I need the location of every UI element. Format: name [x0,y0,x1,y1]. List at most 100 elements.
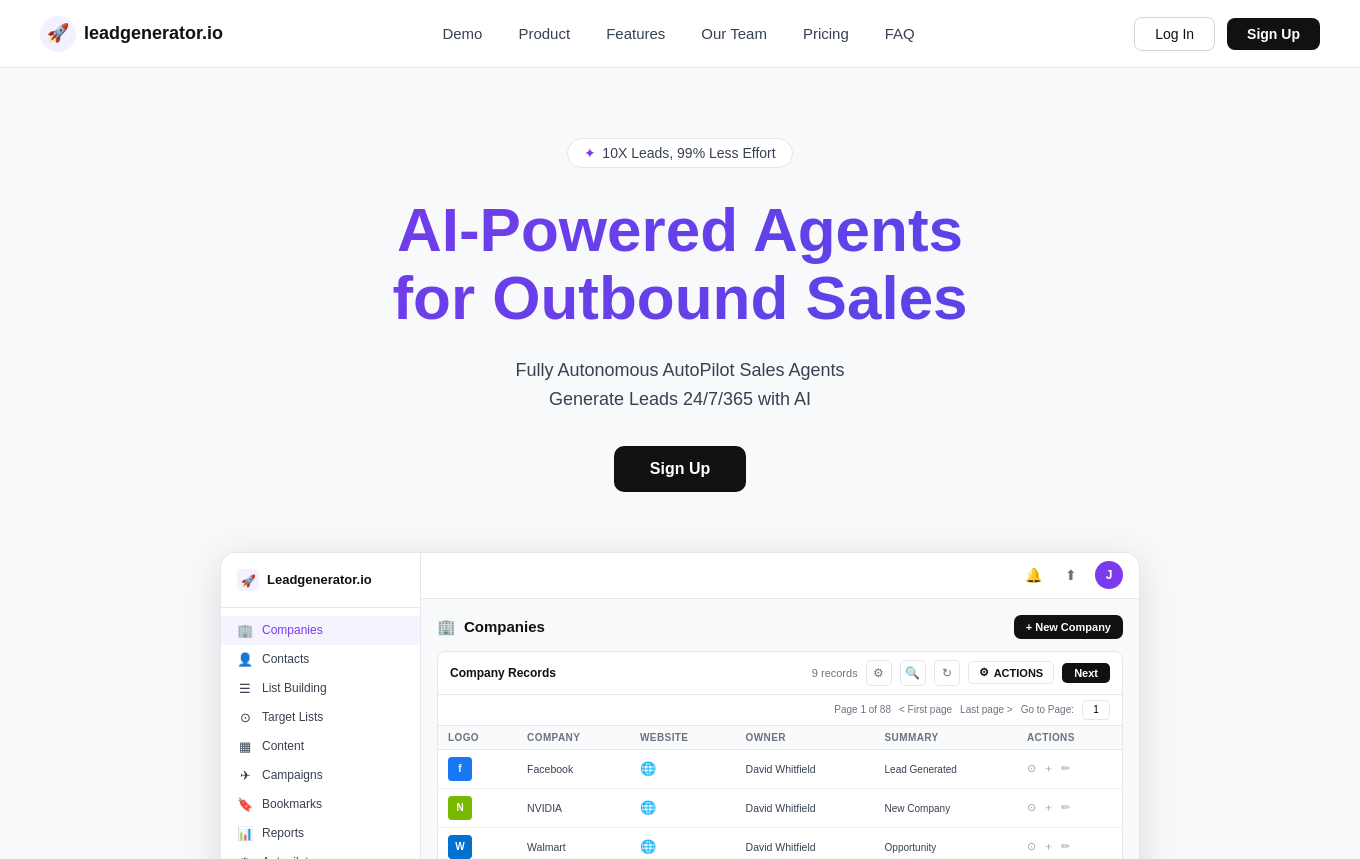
sidebar-item-reports[interactable]: 📊 Reports [221,819,420,848]
bookmarks-icon: 🔖 [237,797,253,812]
sidebar-header: 🚀 Leadgenerator.io [221,569,420,608]
nvidia-logo: N [448,796,472,820]
sidebar-item-list-building[interactable]: ☰ List Building [221,674,420,703]
sidebar-item-target-lists[interactable]: ⊙ Target Lists [221,703,420,732]
hero-title-line2: for Outbound Sales [392,263,967,332]
hero-section: ✦ 10X Leads, 99% Less Effort AI-Powered … [0,68,1360,552]
action-view-icon[interactable]: ⊙ [1027,840,1036,852]
sidebar-app-name: Leadgenerator.io [267,572,372,587]
refresh-icon-btn[interactable]: ↻ [934,660,960,686]
cell-owner-facebook: David Whitfield [736,749,875,788]
content-icon: ▦ [237,739,253,754]
dashboard-preview-wrapper: 🚀 Leadgenerator.io 🏢 Companies 👤 Contact… [200,552,1160,859]
sidebar-item-companies[interactable]: 🏢 Companies [221,616,420,645]
action-view-icon[interactable]: ⊙ [1027,762,1036,774]
next-button[interactable]: Next [1062,663,1110,683]
contacts-icon: 👤 [237,652,253,667]
summary-badge: New Company [885,803,951,814]
signup-nav-button[interactable]: Sign Up [1227,18,1320,50]
nav-link-pricing[interactable]: Pricing [803,25,849,42]
action-add-icon[interactable]: ＋ [1043,840,1054,852]
sidebar: 🚀 Leadgenerator.io 🏢 Companies 👤 Contact… [221,553,421,859]
records-count: 9 records [812,667,858,679]
filter-icon-btn[interactable]: ⚙ [866,660,892,686]
svg-text:🚀: 🚀 [47,22,70,44]
globe-icon: 🌐 [640,761,656,776]
first-page-link[interactable]: < First page [899,704,952,715]
sidebar-label-contacts: Contacts [262,652,309,666]
svg-text:🚀: 🚀 [241,573,256,588]
action-edit-icon[interactable]: ✏ [1061,762,1070,774]
table-header-row: LOGO COMPANY WEBSITE OWNER SUMMARY ACTIO… [438,726,1123,750]
logo-icon: 🚀 [40,16,76,52]
cell-summary-walmart: Opportunity [875,827,1017,859]
col-website: WEBSITE [630,726,736,750]
cell-actions-facebook: ⊙ ＋ ✏ [1017,749,1123,788]
last-page-link[interactable]: Last page > [960,704,1013,715]
actions-button[interactable]: ⚙ ACTIONS [968,661,1055,684]
sidebar-item-contacts[interactable]: 👤 Contacts [221,645,420,674]
nav-link-features[interactable]: Features [606,25,665,42]
sidebar-label-campaigns: Campaigns [262,768,323,782]
col-actions: ACTIONS [1017,726,1123,750]
cell-actions-walmart: ⊙ ＋ ✏ [1017,827,1123,859]
nav-link-demo[interactable]: Demo [442,25,482,42]
action-add-icon[interactable]: ＋ [1043,801,1054,813]
signup-hero-button[interactable]: Sign Up [614,446,746,492]
cell-company-nvidia: NVIDIA [517,788,630,827]
export-icon[interactable]: ⬆ [1057,561,1085,589]
new-company-button[interactable]: + New Company [1014,615,1123,639]
sidebar-label-target-lists: Target Lists [262,710,323,724]
user-avatar[interactable]: J [1095,561,1123,589]
page-of: Page 1 of 88 [834,704,891,715]
sidebar-label-list-building: List Building [262,681,327,695]
sidebar-label-bookmarks: Bookmarks [262,797,322,811]
action-edit-icon[interactable]: ✏ [1061,840,1070,852]
table-title: Company Records [450,666,556,680]
companies-title-icon: 🏢 [437,618,456,636]
companies-table: LOGO COMPANY WEBSITE OWNER SUMMARY ACTIO… [437,726,1123,859]
sidebar-item-campaigns[interactable]: ✈ Campaigns [221,761,420,790]
facebook-logo: f [448,757,472,781]
action-view-icon[interactable]: ⊙ [1027,801,1036,813]
hero-badge: ✦ 10X Leads, 99% Less Effort [567,138,792,168]
col-company: COMPANY [517,726,630,750]
hero-subtitle: Fully Autonomous AutoPilot Sales Agents … [20,356,1340,414]
nav-link-faq[interactable]: FAQ [885,25,915,42]
actions-icon: ⚙ [979,666,989,679]
sidebar-label-content: Content [262,739,304,753]
login-button[interactable]: Log In [1134,17,1215,51]
sidebar-item-autopilot[interactable]: ⚙ Autopilot [221,848,420,859]
dash-content: 🏢 Companies + New Company Company Record… [421,599,1139,859]
badge-icon: ✦ [584,145,596,161]
table-toolbar: Company Records 9 records ⚙ 🔍 ↻ ⚙ ACTION… [437,651,1123,695]
companies-header: 🏢 Companies + New Company [437,615,1123,639]
sidebar-label-reports: Reports [262,826,304,840]
navbar: 🚀 leadgenerator.io Demo Product Features… [0,0,1360,68]
action-edit-icon[interactable]: ✏ [1061,801,1070,813]
dash-topbar: 🔔 ⬆ J [421,553,1139,599]
cell-website-walmart: 🌐 [630,827,736,859]
navbar-logo[interactable]: 🚀 leadgenerator.io [40,16,223,52]
summary-badge: Lead Generated [885,764,957,775]
notifications-icon[interactable]: 🔔 [1019,561,1047,589]
list-building-icon: ☰ [237,681,253,696]
cell-logo-walmart: W [438,827,518,859]
cell-logo-nvidia: N [438,788,518,827]
nav-link-product[interactable]: Product [518,25,570,42]
page-input[interactable] [1082,700,1110,720]
nav-link-our-team[interactable]: Our Team [701,25,767,42]
cell-logo-facebook: f [438,749,518,788]
hero-subtitle-line1: Fully Autonomous AutoPilot Sales Agents [515,360,844,380]
hero-subtitle-line2: Generate Leads 24/7/365 with AI [549,389,811,409]
cell-website-facebook: 🌐 [630,749,736,788]
cell-company-facebook: Facebook [517,749,630,788]
globe-icon: 🌐 [640,839,656,854]
sidebar-item-bookmarks[interactable]: 🔖 Bookmarks [221,790,420,819]
cell-summary-facebook: Lead Generated [875,749,1017,788]
search-icon-btn[interactable]: 🔍 [900,660,926,686]
hero-title-line1: AI-Powered Agents [397,195,963,264]
badge-text: 10X Leads, 99% Less Effort [602,145,775,161]
action-add-icon[interactable]: ＋ [1043,762,1054,774]
sidebar-item-content[interactable]: ▦ Content [221,732,420,761]
